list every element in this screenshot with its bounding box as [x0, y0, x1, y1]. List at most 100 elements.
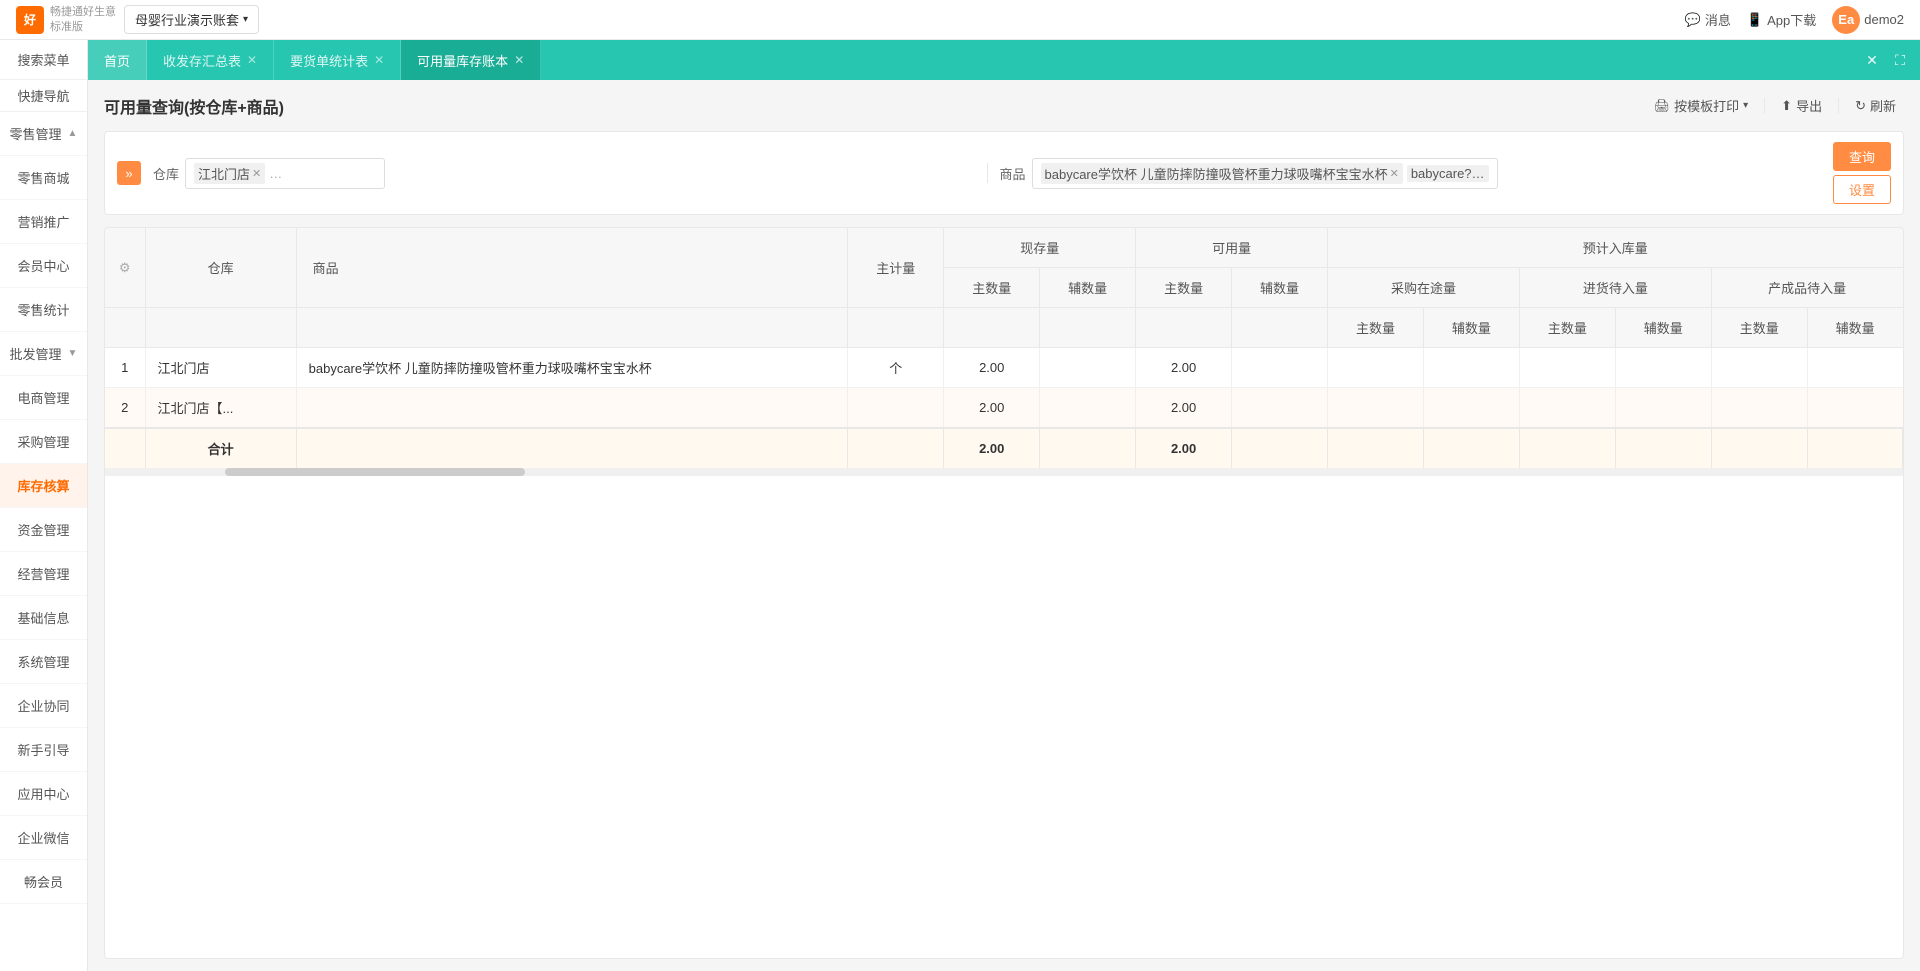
- settings-button[interactable]: 设置: [1833, 175, 1891, 204]
- th-avail-main: 主数量: [1136, 268, 1232, 308]
- subtotal-unit: [848, 388, 944, 429]
- product-tag-1-close[interactable]: ✕: [1390, 167, 1399, 180]
- logo-area: 好 畅捷通好生意 标准版: [16, 5, 116, 34]
- sidebar-item-ecom-mgmt[interactable]: 电商管理: [0, 376, 87, 420]
- sidebar-item-retail-mall[interactable]: 零售商城: [0, 156, 87, 200]
- sidebar-item-new-guide[interactable]: 新手引导: [0, 728, 87, 772]
- product-tag-1: babycare学饮杯 儿童防摔防撞吸管杯重力球吸嘴杯宝宝水杯 ✕: [1041, 163, 1403, 184]
- row-pur-pending-aux: [1615, 348, 1711, 388]
- gear-icon[interactable]: ⚙: [119, 260, 131, 275]
- sidebar-search[interactable]: 搜索菜单: [0, 40, 87, 80]
- filter-bar: » 仓库 江北门店 ✕ … 商品: [104, 131, 1904, 215]
- table-footer: 合计 2.00 2.00: [105, 428, 1903, 468]
- filter-separator: [987, 163, 988, 183]
- sidebar-item-marketing[interactable]: 营销推广: [0, 200, 87, 244]
- tab-close-order-summary[interactable]: ✕: [374, 53, 384, 67]
- tab-home[interactable]: 首页: [88, 40, 147, 80]
- inventory-table: ⚙ 仓库 商品 主计量 现存量 可用量 预计入库量 主数量 辅数量: [105, 228, 1903, 468]
- print-template-btn[interactable]: 🖨 按模板打印 ▾: [1646, 92, 1757, 119]
- warehouse-tag: 江北门店 ✕: [194, 163, 265, 184]
- th-pur-transit-main: 主数量: [1328, 308, 1424, 348]
- export-btn[interactable]: ⬆ 导出: [1773, 92, 1830, 119]
- subtotal-pur-pending-aux: [1615, 388, 1711, 429]
- th-pur-transit-aux: 辅数量: [1423, 308, 1519, 348]
- warehouse-tag-close[interactable]: ✕: [252, 167, 261, 180]
- th-gear: ⚙: [105, 228, 145, 308]
- product-tag-2: babycare?…: [1407, 165, 1489, 182]
- row-pur-transit-main: [1328, 348, 1424, 388]
- download-icon: 📱: [1747, 12, 1763, 28]
- row-product: babycare学饮杯 儿童防摔防撞吸管杯重力球吸嘴杯宝宝水杯: [296, 348, 848, 388]
- table-container: ⚙ 仓库 商品 主计量 现存量 可用量 预计入库量 主数量 辅数量: [104, 227, 1904, 959]
- subtotal-pur-transit-main: [1328, 388, 1424, 429]
- app-download-btn[interactable]: 📱 App下载: [1747, 10, 1816, 29]
- th-pur-pending-label: 进货待入量: [1519, 268, 1711, 308]
- th-product: 商品: [296, 228, 848, 308]
- tab-receive-summary[interactable]: 收发存汇总表 ✕: [147, 40, 274, 80]
- industry-select[interactable]: 母婴行业演示账套 ▾: [124, 5, 259, 34]
- subtotal-avail-main: 2.00: [1136, 388, 1232, 429]
- sidebar-item-inventory-check[interactable]: 库存核算: [0, 464, 87, 508]
- sidebar-item-retail-mgmt[interactable]: 零售管理 ▲: [0, 112, 87, 156]
- tab-close-available-inventory[interactable]: ✕: [514, 53, 524, 67]
- top-bar-left: 好 畅捷通好生意 标准版 母婴行业演示账套 ▾: [16, 5, 259, 34]
- th-planned-inbound: 预计入库量: [1328, 228, 1903, 268]
- sidebar-item-purchase-mgmt[interactable]: 采购管理: [0, 420, 87, 464]
- sidebar-item-retail-stats[interactable]: 零售统计: [0, 288, 87, 332]
- row-num: 1: [105, 348, 145, 388]
- warehouse-input[interactable]: 江北门店 ✕ …: [185, 158, 385, 189]
- footer-stock-main: 2.00: [944, 428, 1040, 468]
- chevron-icon: ▼: [68, 348, 78, 359]
- th-pur-pending-main: 主数量: [1519, 308, 1615, 348]
- page-actions: 🖨 按模板打印 ▾ ⬆ 导出 ↻ 刷新: [1646, 92, 1904, 119]
- tab-close-receive-summary[interactable]: ✕: [247, 53, 257, 67]
- sidebar-item-wholesale-mgmt[interactable]: 批发管理 ▼: [0, 332, 87, 376]
- subtotal-product: [296, 388, 848, 429]
- subtotal-stock-aux: [1040, 388, 1136, 429]
- user-menu[interactable]: Ea demo2: [1832, 6, 1904, 34]
- logo-text: 畅捷通好生意 标准版: [50, 5, 116, 34]
- subtotal-warehouse: 江北门店【...: [145, 388, 296, 429]
- row-pur-pending-main: [1519, 348, 1615, 388]
- sidebar-item-member[interactable]: 畅会员: [0, 860, 87, 904]
- subtotal-pur-pending-main: [1519, 388, 1615, 429]
- sidebar-item-enterprise-wechat[interactable]: 企业微信: [0, 816, 87, 860]
- filter-expand-btn[interactable]: »: [117, 161, 141, 185]
- divider: [1764, 98, 1765, 114]
- sidebar-item-enterprise-collab[interactable]: 企业协同: [0, 684, 87, 728]
- sidebar-item-sys-mgmt[interactable]: 系统管理: [0, 640, 87, 684]
- product-label: 商品: [1000, 164, 1026, 183]
- page-title: 可用量查询(按仓库+商品): [104, 94, 284, 118]
- page-content: 可用量查询(按仓库+商品) 🖨 按模板打印 ▾ ⬆ 导出 ↻: [88, 80, 1920, 971]
- sidebar-item-basic-info[interactable]: 基础信息: [0, 596, 87, 640]
- sidebar-quick-nav[interactable]: 快捷导航: [0, 80, 87, 112]
- tab-expand-btn[interactable]: ⛶: [1888, 48, 1912, 72]
- sidebar: 搜索菜单 快捷导航 零售管理 ▲ 零售商城 营销推广 会员中心 零售统计 批发管…: [0, 40, 88, 971]
- subtotal-avail-aux: [1232, 388, 1328, 429]
- th-stock-main: 主数量: [944, 268, 1040, 308]
- chevron-down-icon: ▾: [243, 14, 248, 25]
- sidebar-item-finance-mgmt[interactable]: 资金管理: [0, 508, 87, 552]
- sidebar-item-member-center[interactable]: 会员中心: [0, 244, 87, 288]
- row-unit: 个: [848, 348, 944, 388]
- message-btn[interactable]: 💬 消息: [1685, 10, 1731, 29]
- tab-close-all-btn[interactable]: ✕: [1860, 48, 1884, 72]
- scroll-thumb[interactable]: [225, 468, 525, 476]
- sidebar-item-app-center[interactable]: 应用中心: [0, 772, 87, 816]
- subtotal-num: 2: [105, 388, 145, 429]
- query-button[interactable]: 查询: [1833, 142, 1891, 171]
- tab-order-summary[interactable]: 要货单统计表 ✕: [274, 40, 401, 80]
- product-input[interactable]: babycare学饮杯 儿童防摔防撞吸管杯重力球吸嘴杯宝宝水杯 ✕ babyca…: [1032, 158, 1498, 189]
- tab-available-inventory[interactable]: 可用量库存账本 ✕: [401, 40, 541, 80]
- th-available-qty: 可用量: [1136, 228, 1328, 268]
- table-row-subtotal: 2 江北门店【... 2.00 2.00: [105, 388, 1903, 429]
- sidebar-item-ops-mgmt[interactable]: 经营管理: [0, 552, 87, 596]
- th-current-stock: 现存量: [944, 228, 1136, 268]
- table-scroll-bar[interactable]: [105, 468, 1903, 476]
- message-icon: 💬: [1685, 12, 1701, 28]
- subtotal-prod-pending-aux: [1807, 388, 1902, 429]
- refresh-btn[interactable]: ↻ 刷新: [1847, 92, 1904, 119]
- th-pur-transit-label: 采购在途量: [1328, 268, 1520, 308]
- refresh-icon: ↻: [1855, 98, 1866, 114]
- divider: [1838, 98, 1839, 114]
